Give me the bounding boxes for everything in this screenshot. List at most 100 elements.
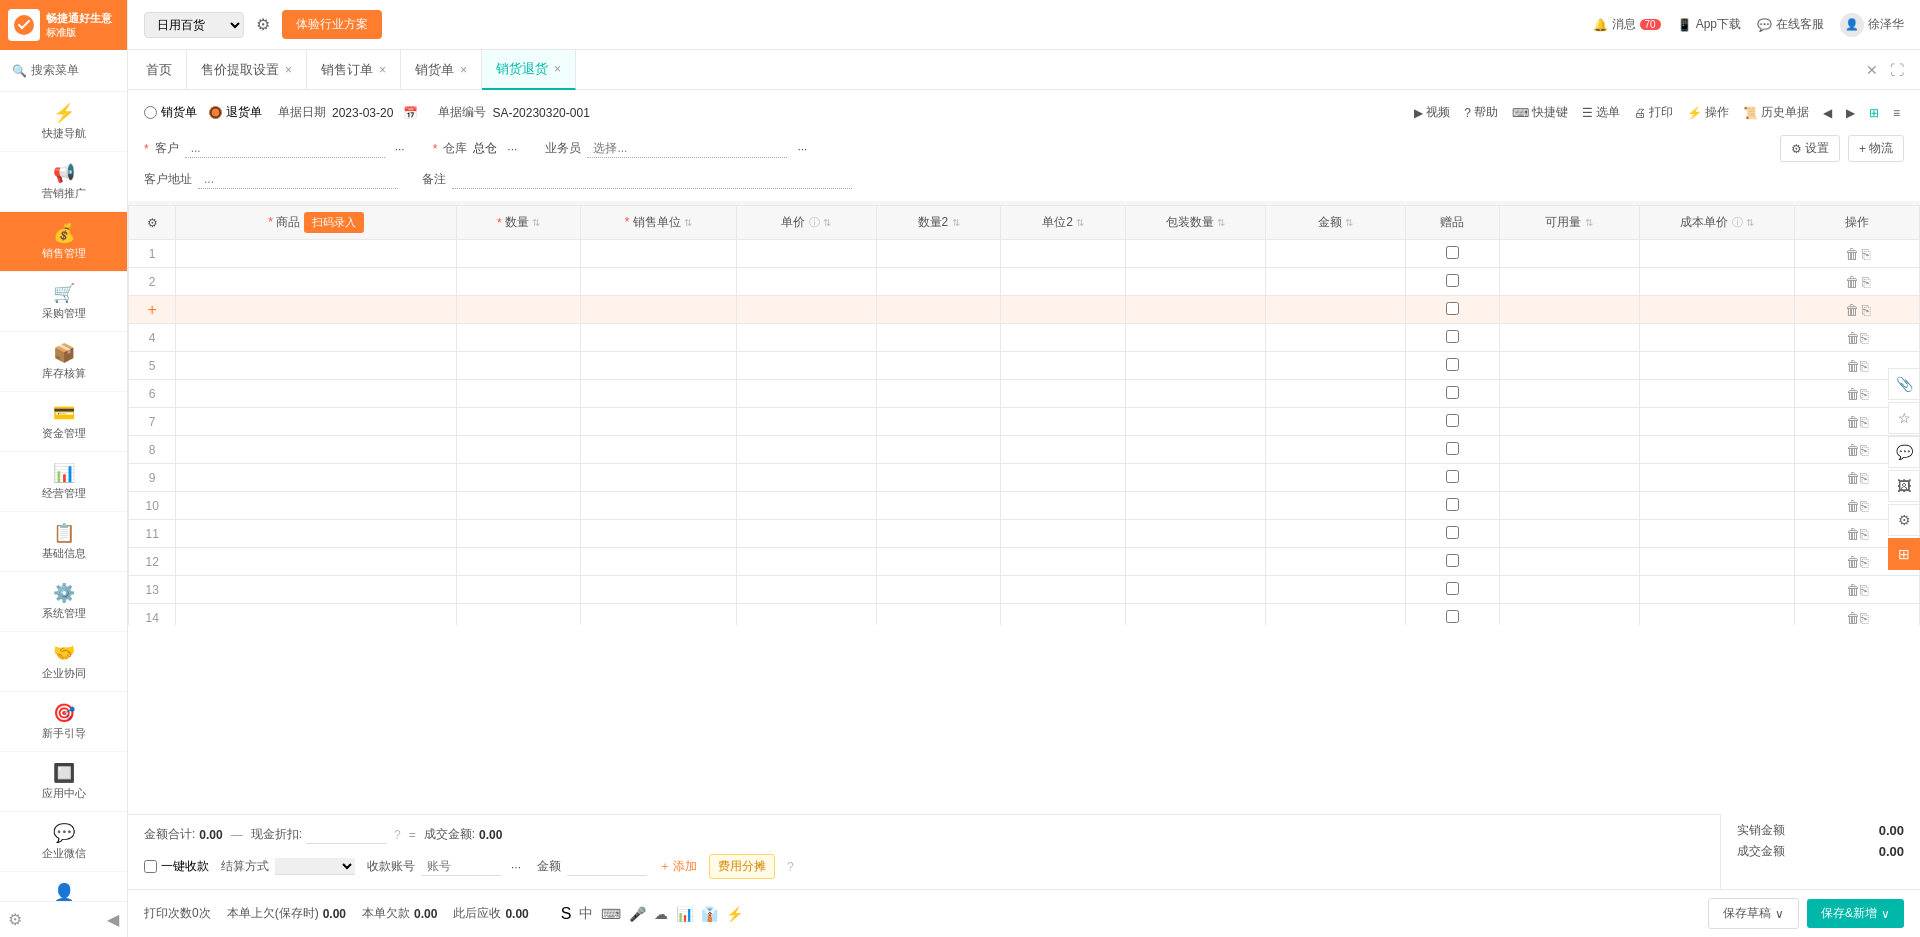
module-select[interactable]: 日用百货	[144, 12, 244, 38]
next-doc-button[interactable]: ▶	[1842, 104, 1859, 122]
experience-button[interactable]: 体验行业方案	[282, 10, 382, 39]
sidebar-item-purchase[interactable]: 🛒 采购管理	[0, 272, 127, 332]
fee-help-icon[interactable]: ?	[787, 860, 794, 874]
gift-cell-3[interactable]	[1406, 296, 1499, 324]
tool1-icon[interactable]: 📊	[676, 906, 693, 922]
product-cell-5[interactable]	[176, 352, 456, 380]
sidebar-item-member[interactable]: 👤 畅会员	[0, 872, 127, 901]
th-settings[interactable]: ⚙	[129, 206, 176, 240]
qty2-cell-3[interactable]	[876, 296, 1001, 324]
app-download-button[interactable]: 📱 App下载	[1677, 16, 1741, 33]
product-cell-7[interactable]	[176, 408, 456, 436]
sogou-icon[interactable]: S	[561, 905, 572, 923]
sidebar-item-apps[interactable]: 🔲 应用中心	[0, 752, 127, 812]
one-click-pay-checkbox[interactable]: 一键收款	[144, 858, 209, 875]
copy-row-12-button[interactable]: ⎘	[1860, 554, 1868, 570]
float-comment-button[interactable]: 💬	[1888, 436, 1920, 468]
product-cell-2[interactable]	[176, 268, 456, 296]
warehouse-more-button[interactable]: ···	[503, 140, 521, 158]
product-input-3[interactable]	[184, 303, 447, 317]
cost-price-cell-2[interactable]	[1639, 268, 1795, 296]
one-click-pay-input[interactable]	[144, 860, 157, 873]
table-scroll-area[interactable]: ⚙ * 商品 扫码录入 * 数量	[128, 205, 1920, 625]
delete-row-7-button[interactable]: 🗑	[1846, 414, 1860, 430]
copy-row-14-button[interactable]: ⎘	[1860, 610, 1868, 626]
tab-sale-price-close[interactable]: ×	[285, 63, 292, 77]
product-cell-6[interactable]	[176, 380, 456, 408]
copy-row-5-button[interactable]: ⎘	[1860, 358, 1868, 374]
salesperson-input[interactable]	[587, 139, 787, 158]
message-button[interactable]: 🔔 消息 70	[1593, 16, 1661, 33]
unit2-cell-3[interactable]	[1001, 296, 1126, 324]
gift-cell-2[interactable]	[1406, 268, 1499, 296]
delete-row-10-button[interactable]: 🗑	[1846, 498, 1860, 514]
radio-sale[interactable]: 销货单	[144, 104, 197, 121]
product-cell-11[interactable]	[176, 520, 456, 548]
copy-row-2-button[interactable]: ⎘	[1862, 274, 1870, 290]
qty2-cell-1[interactable]	[876, 240, 1001, 268]
copy-row-9-button[interactable]: ⎘	[1860, 470, 1868, 486]
input-icon[interactable]: ⌨	[601, 906, 621, 922]
expand-tab-button[interactable]: ⛶	[1886, 60, 1908, 80]
history-button[interactable]: 📜 历史单据	[1739, 102, 1813, 123]
account-more-button[interactable]: ···	[507, 858, 525, 876]
delete-row-8-button[interactable]: 🗑	[1846, 442, 1860, 458]
search-menu-button[interactable]: 🔍 搜索菜单	[8, 58, 119, 83]
cost-price-cell-1[interactable]	[1639, 240, 1795, 268]
settings-button[interactable]: ⚙ 设置	[1780, 135, 1840, 162]
sidebar-item-system[interactable]: ⚙️ 系统管理	[0, 572, 127, 632]
copy-row-8-button[interactable]: ⎘	[1860, 442, 1868, 458]
top-bar-settings-icon[interactable]: ⚙	[252, 11, 274, 38]
cost-price-cell-3[interactable]	[1639, 296, 1795, 324]
delete-row-5-button[interactable]: 🗑	[1846, 358, 1860, 374]
radio-return-input[interactable]	[209, 106, 222, 119]
sidebar-item-enterprise[interactable]: 🤝 企业协同	[0, 632, 127, 692]
mic-icon[interactable]: 🎤	[629, 906, 646, 922]
add-row-button[interactable]: +	[147, 301, 156, 319]
account-input[interactable]	[421, 857, 501, 876]
close-tab-button[interactable]: ✕	[1862, 60, 1882, 80]
salesperson-more-button[interactable]: ···	[793, 140, 811, 158]
qty-cell-3[interactable]	[456, 296, 581, 324]
delete-row-1-button[interactable]: 🗑	[1845, 246, 1859, 262]
amount-cell-3[interactable]	[1266, 296, 1406, 324]
unit2-cell-1[interactable]	[1001, 240, 1126, 268]
delete-row-2-button[interactable]: 🗑	[1845, 274, 1859, 290]
customer-more-button[interactable]: ···	[391, 140, 409, 158]
product-input-1[interactable]	[184, 247, 447, 261]
tab-sale-return[interactable]: 销货退货 ×	[482, 50, 576, 90]
cloud-icon[interactable]: ☁	[654, 906, 668, 922]
tab-sale-delivery-close[interactable]: ×	[460, 63, 467, 77]
tab-sale-price[interactable]: 售价提取设置 ×	[187, 50, 307, 90]
product-cell-8[interactable]	[176, 436, 456, 464]
unit-price-cell-3[interactable]	[736, 296, 876, 324]
float-form-button[interactable]: ⊞	[1888, 538, 1920, 570]
float-image-button[interactable]: 🖼	[1888, 470, 1920, 502]
sidebar-item-marketing[interactable]: 📢 营销推广	[0, 152, 127, 212]
sidebar-item-basic[interactable]: 📋 基础信息	[0, 512, 127, 572]
product-cell-9[interactable]	[176, 464, 456, 492]
sidebar-item-wechat[interactable]: 💬 企业微信	[0, 812, 127, 872]
available-cell-3[interactable]	[1499, 296, 1639, 324]
list-view-button[interactable]: ≡	[1889, 104, 1904, 122]
user-profile-button[interactable]: 👤 徐泽华	[1840, 13, 1904, 37]
sale-unit-cell-1[interactable]	[581, 240, 737, 268]
select-order-button[interactable]: ☰ 选单	[1578, 102, 1624, 123]
sidebar-item-sales[interactable]: 💰 销售管理	[0, 212, 127, 272]
gift-checkbox-1[interactable]	[1446, 246, 1459, 259]
gift-checkbox-3[interactable]	[1446, 302, 1459, 315]
sale-unit-cell-2[interactable]	[581, 268, 737, 296]
online-service-button[interactable]: 💬 在线客服	[1757, 16, 1824, 33]
tool3-icon[interactable]: ⚡	[726, 906, 743, 922]
delete-row-4-button[interactable]: 🗑	[1846, 330, 1860, 346]
amount-pay-input[interactable]	[567, 857, 647, 876]
date-picker-button[interactable]: 📅	[399, 104, 422, 122]
sidebar-item-finance[interactable]: 💳 资金管理	[0, 392, 127, 452]
product-cell-3[interactable]	[176, 296, 456, 324]
copy-row-1-button[interactable]: ⎘	[1862, 246, 1870, 262]
sidebar-item-operation[interactable]: 📊 经营管理	[0, 452, 127, 512]
customer-input[interactable]	[185, 139, 385, 158]
fee-split-button[interactable]: 费用分摊	[709, 854, 775, 879]
gift-checkbox-2[interactable]	[1446, 274, 1459, 287]
tab-home[interactable]: 首页	[132, 50, 187, 90]
